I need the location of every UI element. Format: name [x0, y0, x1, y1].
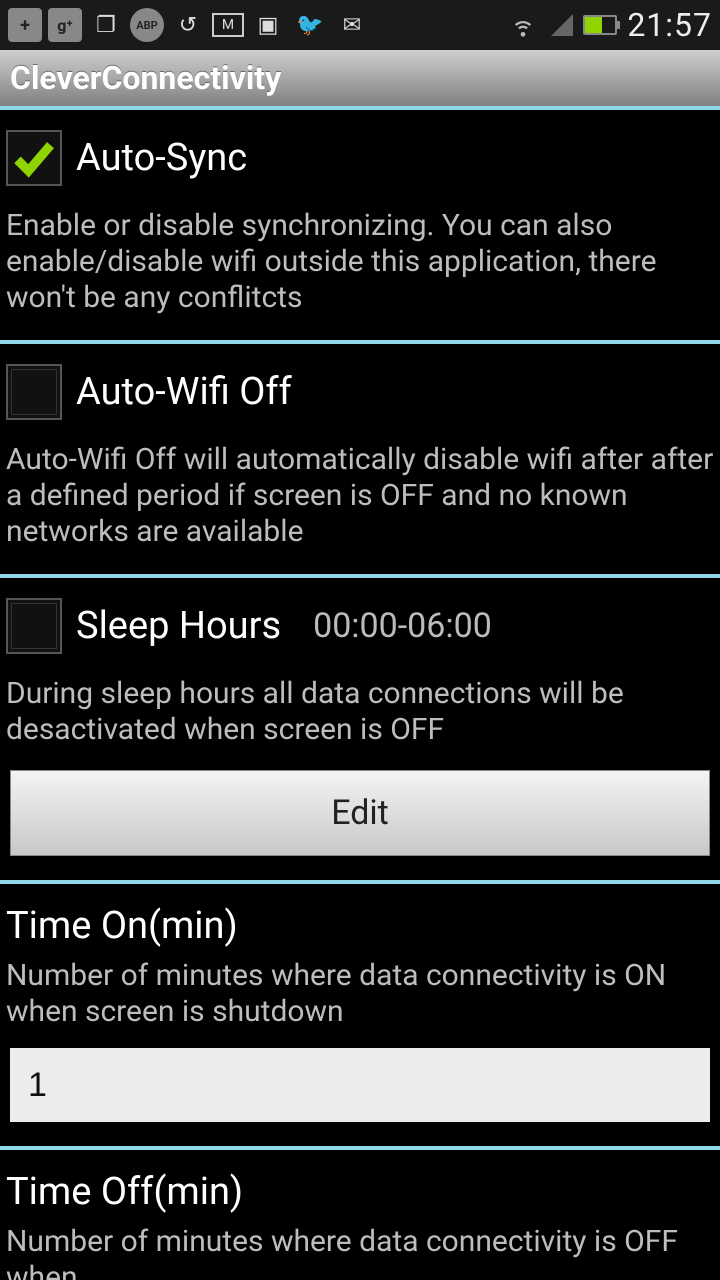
check-icon [12, 136, 56, 180]
section-auto-wifi: Auto-Wifi Off Auto-Wifi Off will automat… [0, 340, 720, 574]
wifi-icon [505, 7, 541, 43]
app-title-bar: CleverConnectivity [0, 50, 720, 106]
edit-button[interactable]: Edit [10, 770, 710, 856]
battery-icon [583, 15, 617, 35]
auto-sync-desc: Enable or disable synchronizing. You can… [6, 208, 714, 316]
status-bar: + g⁺ ❐ ABP ↺ M ▣ 🐦 ✉ 21:57 [0, 0, 720, 50]
sleep-hours-desc: During sleep hours all data connections … [6, 676, 714, 748]
auto-wifi-checkbox[interactable] [6, 364, 62, 420]
abp-icon: ABP [130, 8, 164, 42]
gmail-icon: M [212, 13, 244, 37]
cell-signal-icon [551, 14, 573, 36]
time-off-title: Time Off(min) [6, 1170, 714, 1214]
mail-icon: ✉ [334, 7, 370, 43]
plus-icon: + [8, 8, 42, 42]
sleep-hours-value: 00:00-06:00 [313, 606, 492, 646]
twitter-icon: 🐦 [292, 7, 328, 43]
clock: 21:57 [627, 6, 712, 44]
auto-sync-checkbox[interactable] [6, 130, 62, 186]
section-time-off: Time Off(min) Number of minutes where da… [0, 1146, 720, 1280]
section-auto-sync: Auto-Sync Enable or disable synchronizin… [0, 106, 720, 340]
time-on-input[interactable] [10, 1048, 710, 1122]
section-sleep-hours: Sleep Hours 00:00-06:00 During sleep hou… [0, 574, 720, 880]
chat-icon: ❐ [88, 7, 124, 43]
time-on-title: Time On(min) [6, 904, 714, 948]
image-icon: ▣ [250, 7, 286, 43]
auto-wifi-label: Auto-Wifi Off [76, 370, 292, 414]
sleep-hours-checkbox[interactable] [6, 598, 62, 654]
auto-sync-label: Auto-Sync [76, 136, 247, 180]
gplus-icon: g⁺ [48, 8, 82, 42]
time-off-desc: Number of minutes where data connectivit… [6, 1224, 714, 1280]
sleep-hours-label: Sleep Hours [76, 604, 281, 648]
status-system: 21:57 [505, 6, 712, 44]
section-time-on: Time On(min) Number of minutes where dat… [0, 880, 720, 1146]
auto-wifi-desc: Auto-Wifi Off will automatically disable… [6, 442, 714, 550]
call-forward-icon: ↺ [170, 7, 206, 43]
time-on-desc: Number of minutes where data connectivit… [6, 958, 714, 1030]
app-title: CleverConnectivity [10, 59, 281, 97]
status-notifications: + g⁺ ❐ ABP ↺ M ▣ 🐦 ✉ [8, 7, 370, 43]
